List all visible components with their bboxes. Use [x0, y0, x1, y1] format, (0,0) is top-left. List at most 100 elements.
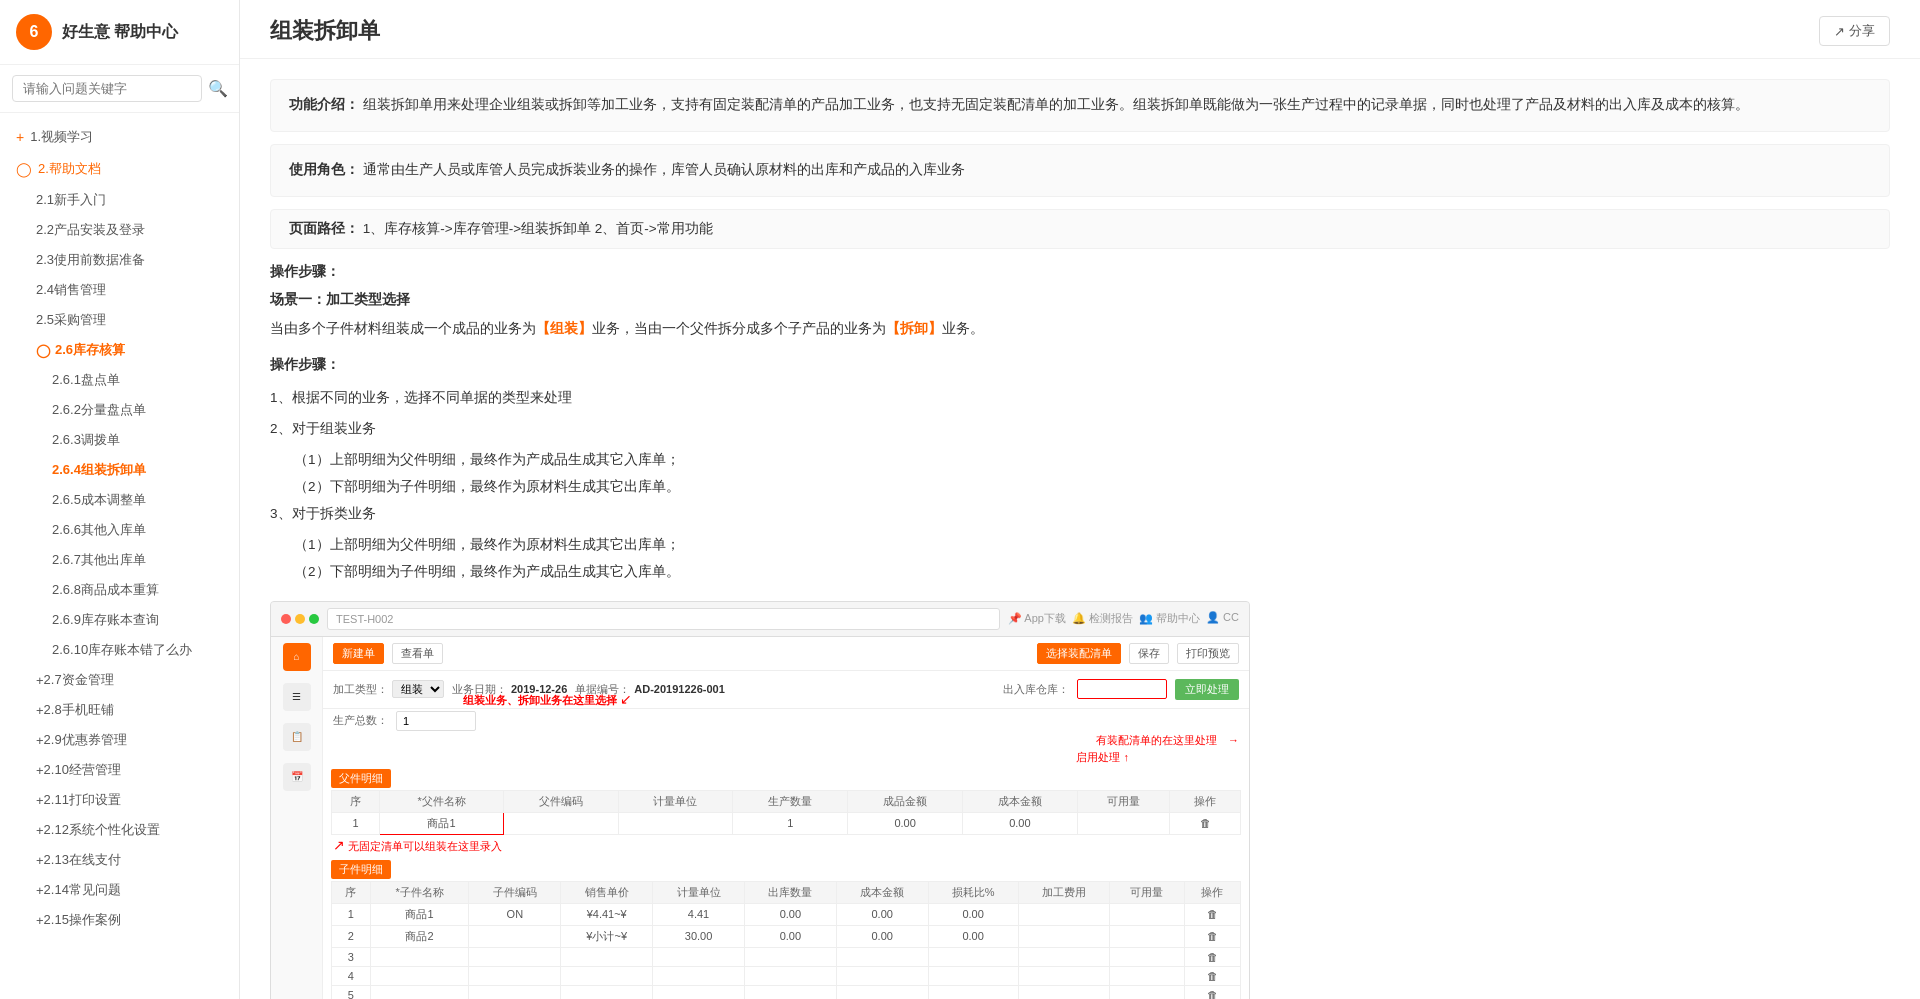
minus-icon: ◯ — [16, 161, 32, 177]
step3: 3、对于拆类业务 — [270, 500, 1890, 527]
sidebar-item-print[interactable]: + 2.11打印设置 — [0, 785, 239, 815]
mock-btn-save[interactable]: 保存 — [1129, 643, 1169, 664]
sidebar-item-ops[interactable]: + 2.10经营管理 — [0, 755, 239, 785]
sidebar-item-video[interactable]: + 1.视频学习 — [0, 121, 239, 153]
step2b: （2）下部明细为子件明细，最终作为原材料生成其它出库单。 — [270, 473, 1890, 500]
mock-top-toolbar: 新建单 查看单 选择装配清单 保存 打印预览 — [323, 637, 1249, 671]
path-block: 页面路径： 1、库存核算->库存管理->组装拆卸单 2、首页->常用功能 — [270, 209, 1890, 249]
path-text: 1、库存核算->库存管理->组装拆卸单 2、首页->常用功能 — [363, 221, 713, 236]
sidebar-item-docs[interactable]: ◯ 2.帮助文档 — [0, 153, 239, 185]
path-label: 页面路径： — [289, 221, 359, 236]
table-row: 5🗑 — [332, 985, 1241, 999]
mock-warehouse-input[interactable] — [1077, 679, 1167, 699]
sidebar-item-cost-calc[interactable]: 2.6.8商品成本重算 — [0, 575, 239, 605]
mock-lower-table: 子件明细 序 *子件名称 子件编码 销售单价 计量单位 出 — [323, 856, 1249, 999]
mock-upper-table-grid: 序 *父件名称 父件编码 计量单位 生产数量 成品金额 成本金额 可用量 操作 — [331, 790, 1241, 835]
mock-confirm-btn[interactable]: 立即处理 — [1175, 679, 1239, 700]
table-row: 1 商品1 1 0.00 0.00 🗑 — [332, 812, 1241, 834]
sidebar-item-newcomer[interactable]: 2.1新手入门 — [0, 185, 239, 215]
mock-count-label: 生产总数： — [333, 713, 388, 728]
mock-icon-4: 📅 — [283, 763, 311, 791]
plus-icon-ops: + — [36, 763, 44, 778]
main-content: 组装拆卸单 ↗ 分享 功能介绍： 组装拆卸单用来处理企业组装或拆卸等加工业务，支… — [240, 0, 1920, 999]
main-header: 组装拆卸单 ↗ 分享 — [240, 0, 1920, 59]
sidebar-item-coupon[interactable]: + 2.9优惠券管理 — [0, 725, 239, 755]
sidebar-item-split[interactable]: 2.6.2分量盘点单 — [0, 395, 239, 425]
sidebar-item-stock-check[interactable]: 2.6.9库存账本查询 — [0, 605, 239, 635]
sidebar-item-error[interactable]: 2.6.10库存账本错了么办 — [0, 635, 239, 665]
mock-upper-label: 父件明细 — [331, 769, 391, 788]
content-area: 功能介绍： 组装拆卸单用来处理企业组装或拆卸等加工业务，支持有固定装配清单的产品… — [240, 59, 1920, 999]
mock-right-area: 新建单 查看单 选择装配清单 保存 打印预览 加工类型： — [323, 637, 1249, 999]
mock-type-select[interactable]: 组装 拆卸 — [392, 680, 444, 698]
ops-title: 操作步骤： — [270, 263, 1890, 281]
logo-icon: 6 — [16, 14, 52, 50]
intro-block: 功能介绍： 组装拆卸单用来处理企业组装或拆卸等加工业务，支持有固定装配清单的产品… — [270, 79, 1890, 132]
scene1-title: 场景一：加工类型选择 — [270, 291, 1890, 309]
mock-right-form-fields: 出入库仓库： 立即处理 — [733, 679, 1239, 700]
step1: 1、根据不同的业务，选择不同单据的类型来处理 — [270, 384, 1890, 411]
sidebar-item-inventory[interactable]: ◯ 2.6库存核算 — [0, 335, 239, 365]
table-row: 2 商品2 ¥小计~¥ 30.00 0.00 0.00 0.00 — [332, 925, 1241, 947]
sidebar-logo: 6 好生意 帮助中心 — [0, 0, 239, 65]
plus-icon-coupon: + — [36, 733, 44, 748]
mock-warehouse-label: 出入库仓库： — [1003, 682, 1069, 697]
mock-tab-view[interactable]: 查看单 — [392, 643, 443, 664]
table-row: 4🗑 — [332, 966, 1241, 985]
mock-count-input[interactable] — [396, 711, 476, 731]
search-input[interactable] — [12, 75, 202, 102]
scene1-desc: 当由多个子件材料组装成一个成品的业务为【组装】业务，当由一个父件拆分成多个子产品… — [270, 315, 1890, 342]
sidebar-item-cost[interactable]: 2.6.5成本调整单 — [0, 485, 239, 515]
share-icon: ↗ — [1834, 24, 1845, 39]
sidebar-item-faq[interactable]: + 2.14常见问题 — [0, 875, 239, 905]
sidebar-item-other-in[interactable]: 2.6.6其他入库单 — [0, 515, 239, 545]
plus-icon: + — [16, 129, 24, 145]
search-button[interactable]: 🔍 — [208, 79, 228, 98]
sidebar-item-other-out[interactable]: 2.6.7其他出库单 — [0, 545, 239, 575]
screenshot-container: TEST-H002 📌 App下载 🔔 检测报告 👥 帮助中心 👤 CC ⌂ ☰ — [270, 601, 1250, 999]
step3a: （1）上部明细为父件明细，最终作为原材料生成其它出库单； — [270, 531, 1890, 558]
mock-tab-new[interactable]: 新建单 — [333, 643, 384, 664]
step2a: （1）上部明细为父件明细，最终作为产成品生成其它入库单； — [270, 446, 1890, 473]
share-button[interactable]: ↗ 分享 — [1819, 16, 1890, 46]
sidebar-item-example[interactable]: + 2.15操作案例 — [0, 905, 239, 935]
mock-btn-select-bom[interactable]: 选择装配清单 — [1037, 643, 1121, 664]
sidebar-item-sales[interactable]: 2.4销售管理 — [0, 275, 239, 305]
plus-icon-finance: + — [36, 673, 44, 688]
mock-icon-2: ☰ — [283, 683, 311, 711]
sidebar: 6 好生意 帮助中心 🔍 + 1.视频学习 ◯ 2.帮助文档 2.1新手入门 2… — [0, 0, 240, 999]
role-label: 使用角色： — [289, 162, 359, 177]
page-title: 组装拆卸单 — [270, 16, 380, 46]
search-box: 🔍 — [0, 65, 239, 113]
role-block: 使用角色： 通常由生产人员或库管人员完成拆装业务的操作，库管人员确认原材料的出库… — [270, 144, 1890, 197]
mock-url-bar: TEST-H002 — [327, 608, 1000, 630]
sidebar-item-data[interactable]: 2.3使用前数据准备 — [0, 245, 239, 275]
sidebar-item-finance[interactable]: + 2.7资金管理 — [0, 665, 239, 695]
sidebar-item-adjust[interactable]: 2.6.3调拨单 — [0, 425, 239, 455]
mock-annotation-assembly: 组装业务、拆卸业务在这里选择 ↙ — [463, 691, 632, 708]
mock-form-area: 加工类型： 组装 拆卸 业务日期： 2019-12-26 — [323, 671, 1249, 709]
sidebar-item-assembly[interactable]: 2.6.4组装拆卸单 — [0, 455, 239, 485]
role-text: 通常由生产人员或库管人员完成拆装业务的操作，库管人员确认原材料的出库和产成品的入… — [363, 162, 965, 177]
sidebar-item-install[interactable]: 2.2产品安装及登录 — [0, 215, 239, 245]
mock-app-shell: ⌂ ☰ 📋 📅 新建单 查看单 选择装配清单 保存 — [271, 637, 1249, 999]
step2: 2、对于组装业务 — [270, 415, 1890, 442]
mock-home-icon: ⌂ — [283, 643, 311, 671]
ops-steps-title: 操作步骤： — [270, 356, 1890, 374]
sidebar-item-custom[interactable]: + 2.12系统个性化设置 — [0, 815, 239, 845]
mock-icon-3: 📋 — [283, 723, 311, 751]
sidebar-item-purchase[interactable]: 2.5采购管理 — [0, 305, 239, 335]
mock-bom-annotation: 有装配清单的在这里处理 → — [333, 731, 1239, 750]
plus-icon-mobile: + — [36, 703, 44, 718]
plus-icon-print: + — [36, 793, 44, 808]
sidebar-item-mobile[interactable]: + 2.8手机旺铺 — [0, 695, 239, 725]
mock-lower-label: 子件明细 — [331, 860, 391, 879]
mock-upper-table: 父件明细 序 *父件名称 父件编码 计量单位 生产数量 成 — [323, 765, 1249, 835]
mock-enable-annotation: 启用处理 ↑ — [323, 750, 1129, 765]
mock-no-bom-annotation: ↗ 无固定清单可以组装在这里录入 — [333, 837, 1239, 854]
intro-label: 功能介绍： — [289, 97, 359, 112]
sidebar-item-check[interactable]: 2.6.1盘点单 — [0, 365, 239, 395]
mock-btn-print[interactable]: 打印预览 — [1177, 643, 1239, 664]
plus-icon-custom: + — [36, 823, 44, 838]
sidebar-item-payment[interactable]: + 2.13在线支付 — [0, 845, 239, 875]
